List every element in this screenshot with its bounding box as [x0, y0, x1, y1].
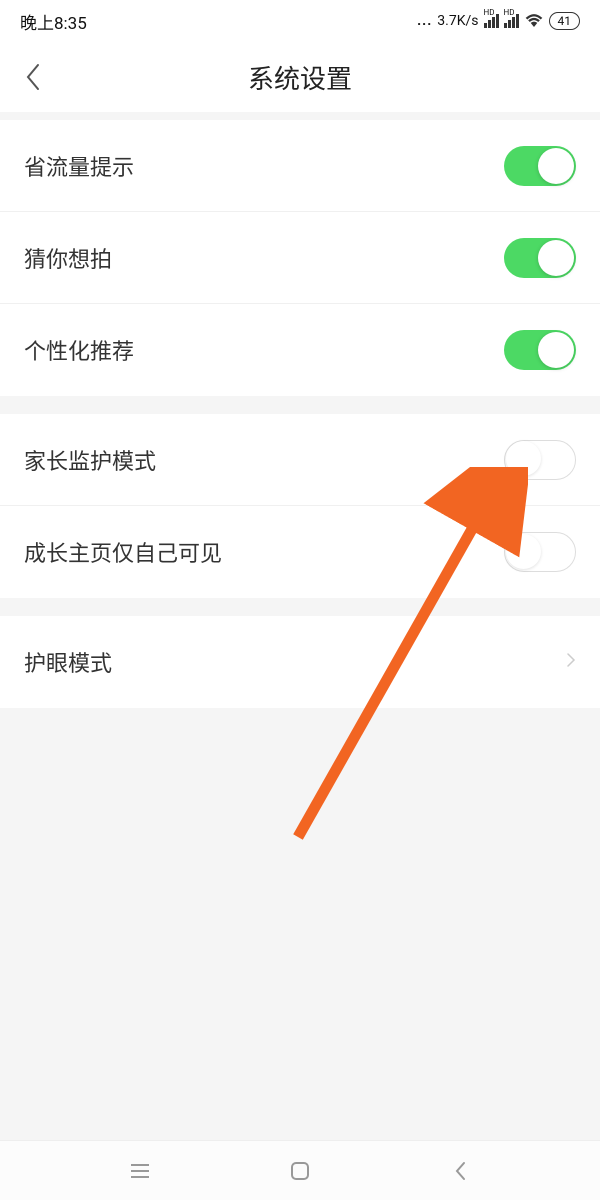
hd-label: HD	[504, 8, 515, 17]
ellipsis-icon: ...	[417, 13, 432, 29]
battery-icon: 41	[549, 12, 581, 30]
row-label: 个性化推荐	[24, 334, 134, 366]
nav-back-button[interactable]	[440, 1151, 480, 1191]
square-icon	[289, 1160, 311, 1182]
hd-label: HD	[484, 8, 495, 17]
personalized-toggle[interactable]	[504, 330, 576, 370]
growth-privacy-toggle[interactable]	[504, 532, 576, 572]
row-label: 省流量提示	[24, 150, 134, 182]
signal-icon-1: HD	[484, 14, 499, 28]
nav-home-button[interactable]	[280, 1151, 320, 1191]
row-eye-protect[interactable]: 护眼模式	[0, 616, 600, 708]
wifi-icon	[524, 12, 544, 31]
settings-group-3: 护眼模式	[0, 616, 600, 708]
page-title: 系统设置	[248, 59, 352, 96]
chevron-right-icon	[566, 652, 576, 673]
row-label: 成长主页仅自己可见	[24, 536, 222, 568]
guess-shoot-toggle[interactable]	[504, 238, 576, 278]
row-label: 护眼模式	[24, 646, 112, 678]
back-button[interactable]	[18, 62, 48, 92]
system-nav-bar	[0, 1140, 600, 1200]
chevron-left-icon	[24, 62, 42, 92]
network-speed: 3.7K/s	[437, 13, 478, 29]
nav-recent-button[interactable]	[120, 1151, 160, 1191]
status-bar: 晚上8:35 ... 3.7K/s HD HD 41	[0, 0, 600, 42]
page-header: 系统设置	[0, 42, 600, 112]
parental-mode-toggle[interactable]	[504, 440, 576, 480]
signal-icon-2: HD	[504, 14, 519, 28]
menu-icon	[129, 1162, 151, 1180]
settings-group-2: 家长监护模式 成长主页仅自己可见	[0, 414, 600, 598]
row-personalized[interactable]: 个性化推荐	[0, 304, 600, 396]
row-save-data[interactable]: 省流量提示	[0, 120, 600, 212]
status-time: 晚上8:35	[20, 9, 87, 34]
row-label: 家长监护模式	[24, 444, 156, 476]
row-guess-shoot[interactable]: 猜你想拍	[0, 212, 600, 304]
time-text: 晚上8:35	[20, 9, 87, 34]
settings-group-1: 省流量提示 猜你想拍 个性化推荐	[0, 120, 600, 396]
row-label: 猜你想拍	[24, 242, 112, 274]
row-parental-mode[interactable]: 家长监护模式	[0, 414, 600, 506]
chevron-left-icon	[453, 1160, 467, 1182]
save-data-toggle[interactable]	[504, 146, 576, 186]
row-growth-privacy[interactable]: 成长主页仅自己可见	[0, 506, 600, 598]
